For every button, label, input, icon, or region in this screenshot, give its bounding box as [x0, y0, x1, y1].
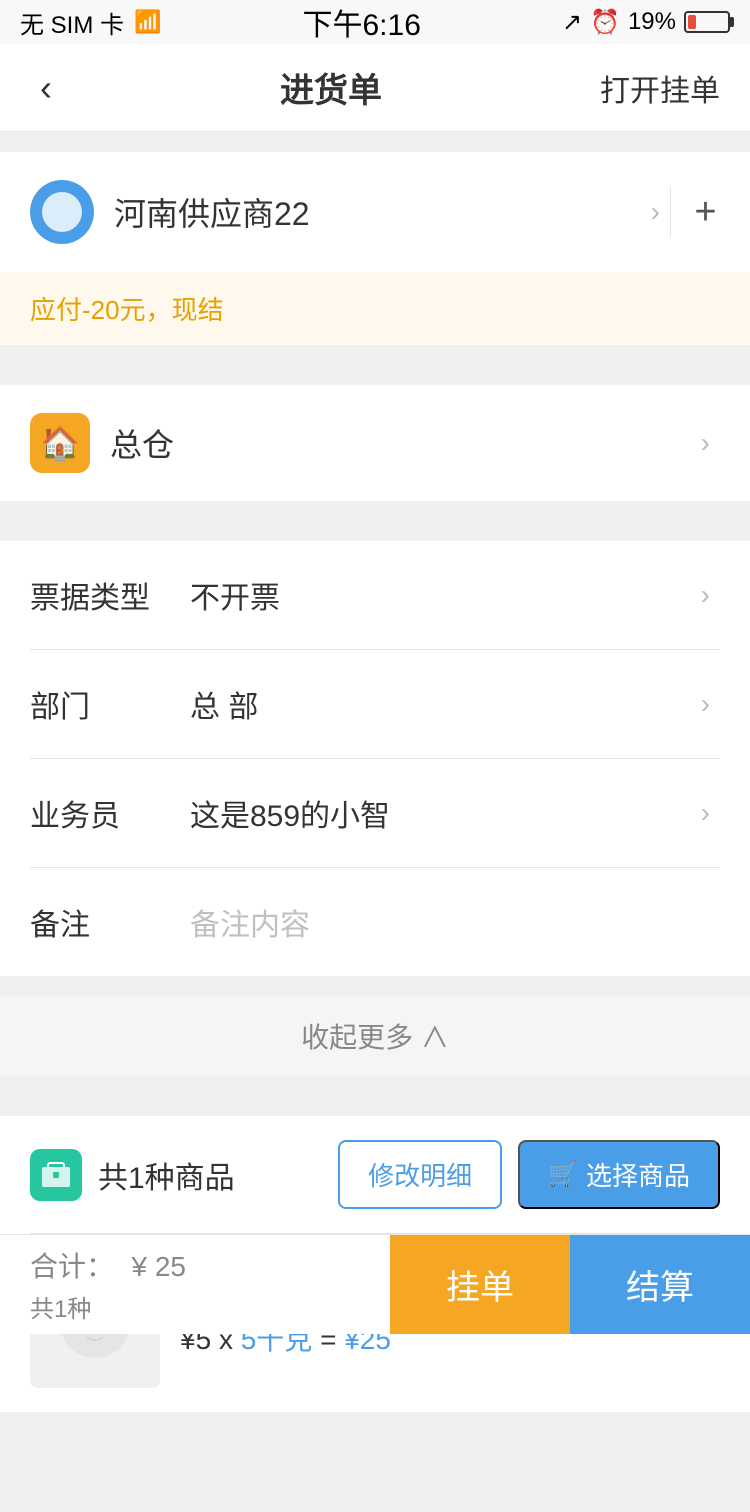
total-section: 合计： ¥ 25 共1种	[0, 1235, 390, 1334]
cart-icon: 🛒	[548, 1160, 578, 1189]
invoice-label: 票据类型	[30, 573, 170, 617]
salesman-row[interactable]: 业务员 这是859的小智 ›	[0, 759, 750, 867]
department-row[interactable]: 部门 总 部 ›	[0, 650, 750, 758]
battery-fill	[688, 15, 696, 29]
invoice-row[interactable]: 票据类型 不开票 ›	[0, 541, 750, 649]
warehouse-row[interactable]: 🏠 总仓 ›	[0, 385, 750, 501]
total-amount: 合计： ¥ 25	[30, 1245, 360, 1285]
alarm-icon: ⏰	[590, 8, 620, 37]
remark-label: 备注	[30, 900, 170, 944]
products-header: 共1种商品 修改明细 🛒 选择商品	[0, 1116, 750, 1233]
divider-3	[0, 501, 750, 521]
divider-1	[0, 132, 750, 152]
total-label: 合计：	[30, 1251, 114, 1282]
invoice-chevron-icon: ›	[701, 579, 710, 611]
battery-percent: 19%	[628, 8, 676, 36]
select-product-button[interactable]: 🛒 选择商品	[518, 1140, 720, 1209]
edit-detail-button[interactable]: 修改明细	[338, 1140, 502, 1209]
total-count: 共1种	[30, 1289, 360, 1324]
wifi-icon: 📶	[134, 9, 161, 35]
supplier-chevron-icon: ›	[651, 196, 660, 228]
supplier-name: 河南供应商22	[114, 189, 651, 235]
select-product-label: 选择商品	[586, 1156, 690, 1193]
battery-icon	[684, 11, 730, 33]
total-value: ¥ 25	[131, 1251, 186, 1282]
warehouse-name: 总仓	[110, 420, 701, 466]
back-button[interactable]: ‹	[30, 57, 62, 119]
salesman-label: 业务员	[30, 791, 170, 835]
warehouse-chevron-icon: ›	[701, 427, 710, 459]
collapse-button[interactable]: 收起更多 ∧	[0, 996, 750, 1076]
products-count: 共1种商品	[98, 1153, 338, 1197]
remark-row[interactable]: 备注 备注内容	[0, 868, 750, 976]
location-icon: ↗	[562, 8, 582, 37]
supplier-notice: 应付-20元，现结	[0, 272, 750, 345]
supplier-section: 河南供应商22 › + 应付-20元，现结	[0, 152, 750, 345]
status-bar: 无 SIM 卡 📶 下午6:16 ↗ ⏰ 19%	[0, 0, 750, 44]
supplier-avatar	[30, 180, 94, 244]
carrier-label: 无 SIM 卡	[20, 5, 124, 40]
department-label: 部门	[30, 682, 170, 726]
page-title: 进货单	[280, 63, 382, 112]
nav-bar: ‹ 进货单 打开挂单	[0, 44, 750, 132]
avatar-inner	[42, 192, 82, 232]
divider-4	[0, 1076, 750, 1096]
invoice-value: 不开票	[170, 573, 701, 617]
settle-button[interactable]: 结算	[570, 1235, 750, 1334]
bottom-spacer	[0, 1412, 750, 1512]
remark-input[interactable]: 备注内容	[170, 900, 720, 944]
warehouse-icon: 🏠	[30, 413, 90, 473]
salesman-value: 这是859的小智	[170, 791, 701, 835]
department-value: 总 部	[170, 682, 701, 726]
status-time: 下午6:16	[302, 0, 420, 44]
hang-button[interactable]: 挂单	[390, 1235, 570, 1334]
add-supplier-button[interactable]: +	[670, 187, 720, 237]
salesman-chevron-icon: ›	[701, 797, 710, 829]
divider-2	[0, 345, 750, 365]
status-left: 无 SIM 卡 📶	[20, 5, 161, 40]
products-icon	[30, 1149, 82, 1201]
bottom-bar: 合计： ¥ 25 共1种 挂单 结算	[0, 1234, 750, 1334]
department-chevron-icon: ›	[701, 688, 710, 720]
open-hang-button[interactable]: 打开挂单	[600, 66, 720, 110]
supplier-row[interactable]: 河南供应商22 › +	[0, 152, 750, 272]
form-section: 票据类型 不开票 › 部门 总 部 › 业务员 这是859的小智 › 备注 备注…	[0, 541, 750, 976]
warehouse-section: 🏠 总仓 ›	[0, 385, 750, 501]
status-right: ↗ ⏰ 19%	[562, 8, 730, 37]
